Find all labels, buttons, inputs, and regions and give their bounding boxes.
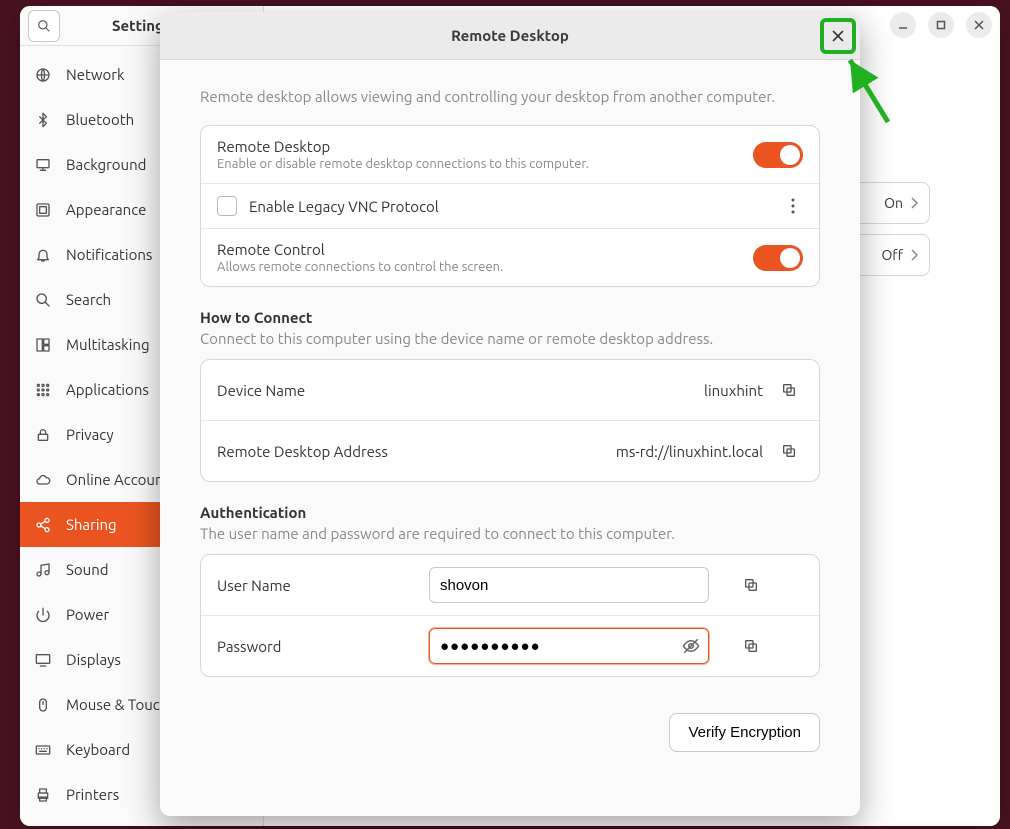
minimize-icon <box>898 20 908 30</box>
copy-username-button[interactable] <box>737 571 765 599</box>
sharing-row-2-value: Off <box>881 247 903 263</box>
copy-address-button[interactable] <box>775 437 803 465</box>
address-label: Remote Desktop Address <box>217 443 417 460</box>
window-minimize-button[interactable] <box>890 12 916 38</box>
kebab-icon <box>791 198 795 214</box>
chevron-right-icon <box>911 249 919 261</box>
search-icon <box>34 292 52 308</box>
sidebar-item-label: Network <box>66 66 125 83</box>
dialog-body: Remote desktop allows viewing and contro… <box>160 60 860 816</box>
remote-desktop-toggle[interactable] <box>753 142 803 168</box>
close-icon <box>974 20 984 30</box>
grid-icon <box>34 382 52 398</box>
window-maximize-button[interactable] <box>928 12 954 38</box>
globe-icon <box>34 67 52 83</box>
sidebar-item-label: Multitasking <box>66 336 150 353</box>
sidebar-item-label: Search <box>66 291 111 308</box>
auth-heading: Authentication <box>200 504 820 521</box>
remote-desktop-subtitle: Enable or disable remote desktop connect… <box>217 157 753 171</box>
verify-encryption-button[interactable]: Verify Encryption <box>669 713 820 752</box>
sidebar-item-label: Sound <box>66 561 109 578</box>
sidebar-item-label: Sharing <box>66 516 117 533</box>
password-label: Password <box>217 638 417 655</box>
copy-icon <box>781 382 797 398</box>
copy-device-name-button[interactable] <box>775 376 803 404</box>
chevron-right-icon <box>911 197 919 209</box>
power-icon <box>34 607 52 623</box>
sidebar-item-label: Power <box>66 606 109 623</box>
remote-control-toggle[interactable] <box>753 245 803 271</box>
sidebar-item-label: Appearance <box>66 201 146 218</box>
sidebar-item-label: Privacy <box>66 426 114 443</box>
copy-icon <box>743 638 759 654</box>
remote-control-title: Remote Control <box>217 241 753 258</box>
sidebar-search-button[interactable] <box>28 10 60 42</box>
display-icon <box>34 652 52 668</box>
address-row: Remote Desktop Address ms-rd://linuxhint… <box>201 421 819 481</box>
multitask-icon <box>34 337 52 353</box>
remote-desktop-row: Remote Desktop Enable or disable remote … <box>201 126 819 184</box>
cloud-icon <box>34 472 52 488</box>
auth-sub: The user name and password are required … <box>200 525 820 542</box>
remote-options-card: Remote Desktop Enable or disable remote … <box>200 125 820 287</box>
bell-icon <box>34 247 52 263</box>
window-close-button[interactable] <box>966 12 992 38</box>
sidebar-item-label: Printers <box>66 786 119 803</box>
connect-sub: Connect to this computer using the devic… <box>200 330 820 347</box>
dialog-description: Remote desktop allows viewing and contro… <box>200 86 820 107</box>
copy-icon <box>781 443 797 459</box>
legacy-vnc-row: Enable Legacy VNC Protocol <box>201 184 819 229</box>
device-name-value: linuxhint <box>429 382 763 399</box>
verify-row: Verify Encryption <box>200 699 820 752</box>
connect-heading: How to Connect <box>200 309 820 326</box>
window-controls <box>890 12 992 38</box>
remote-control-row: Remote Control Allows remote connections… <box>201 229 819 286</box>
appearance-icon <box>34 202 52 218</box>
copy-password-button[interactable] <box>737 632 765 660</box>
password-input[interactable] <box>429 628 709 664</box>
auth-card: User Name Password <box>200 554 820 677</box>
remote-desktop-dialog: Remote Desktop Remote desktop allows vie… <box>160 12 860 816</box>
username-input[interactable] <box>429 567 709 603</box>
remote-control-subtitle: Allows remote connections to control the… <box>217 260 753 274</box>
close-icon <box>832 30 844 42</box>
username-label: User Name <box>217 577 417 594</box>
legacy-vnc-checkbox[interactable] <box>217 196 237 216</box>
remote-desktop-title: Remote Desktop <box>217 138 753 155</box>
search-icon <box>37 19 51 33</box>
share-icon <box>34 517 52 533</box>
maximize-icon <box>936 20 946 30</box>
sidebar-item-label: Bluetooth <box>66 111 134 128</box>
eye-off-icon <box>682 637 700 655</box>
sidebar-item-label: Background <box>66 156 146 173</box>
dialog-title: Remote Desktop <box>451 27 569 44</box>
password-visibility-button[interactable] <box>679 634 703 658</box>
device-name-row: Device Name linuxhint <box>201 360 819 421</box>
legacy-vnc-label: Enable Legacy VNC Protocol <box>249 198 783 215</box>
printer-icon <box>34 787 52 803</box>
connect-card: Device Name linuxhint Remote Desktop Add… <box>200 359 820 482</box>
username-row: User Name <box>201 555 819 616</box>
sharing-row-1-value: On <box>884 195 903 211</box>
password-row: Password <box>201 616 819 676</box>
device-name-label: Device Name <box>217 382 417 399</box>
dialog-close-button[interactable] <box>824 22 852 50</box>
sidebar-item-label: Applications <box>66 381 149 398</box>
keyboard-icon <box>34 742 52 758</box>
sidebar-item-label: Notifications <box>66 246 152 263</box>
sidebar-item-label: Keyboard <box>66 741 130 758</box>
desktop-icon <box>34 157 52 173</box>
copy-icon <box>743 577 759 593</box>
sidebar-item-label: Displays <box>66 651 121 668</box>
legacy-vnc-menu-button[interactable] <box>783 198 803 214</box>
address-value: ms-rd://linuxhint.local <box>429 443 763 460</box>
music-icon <box>34 562 52 578</box>
mouse-icon <box>34 697 52 713</box>
lock-icon <box>34 427 52 443</box>
dialog-header: Remote Desktop <box>160 12 860 60</box>
bluetooth-icon <box>34 112 52 128</box>
